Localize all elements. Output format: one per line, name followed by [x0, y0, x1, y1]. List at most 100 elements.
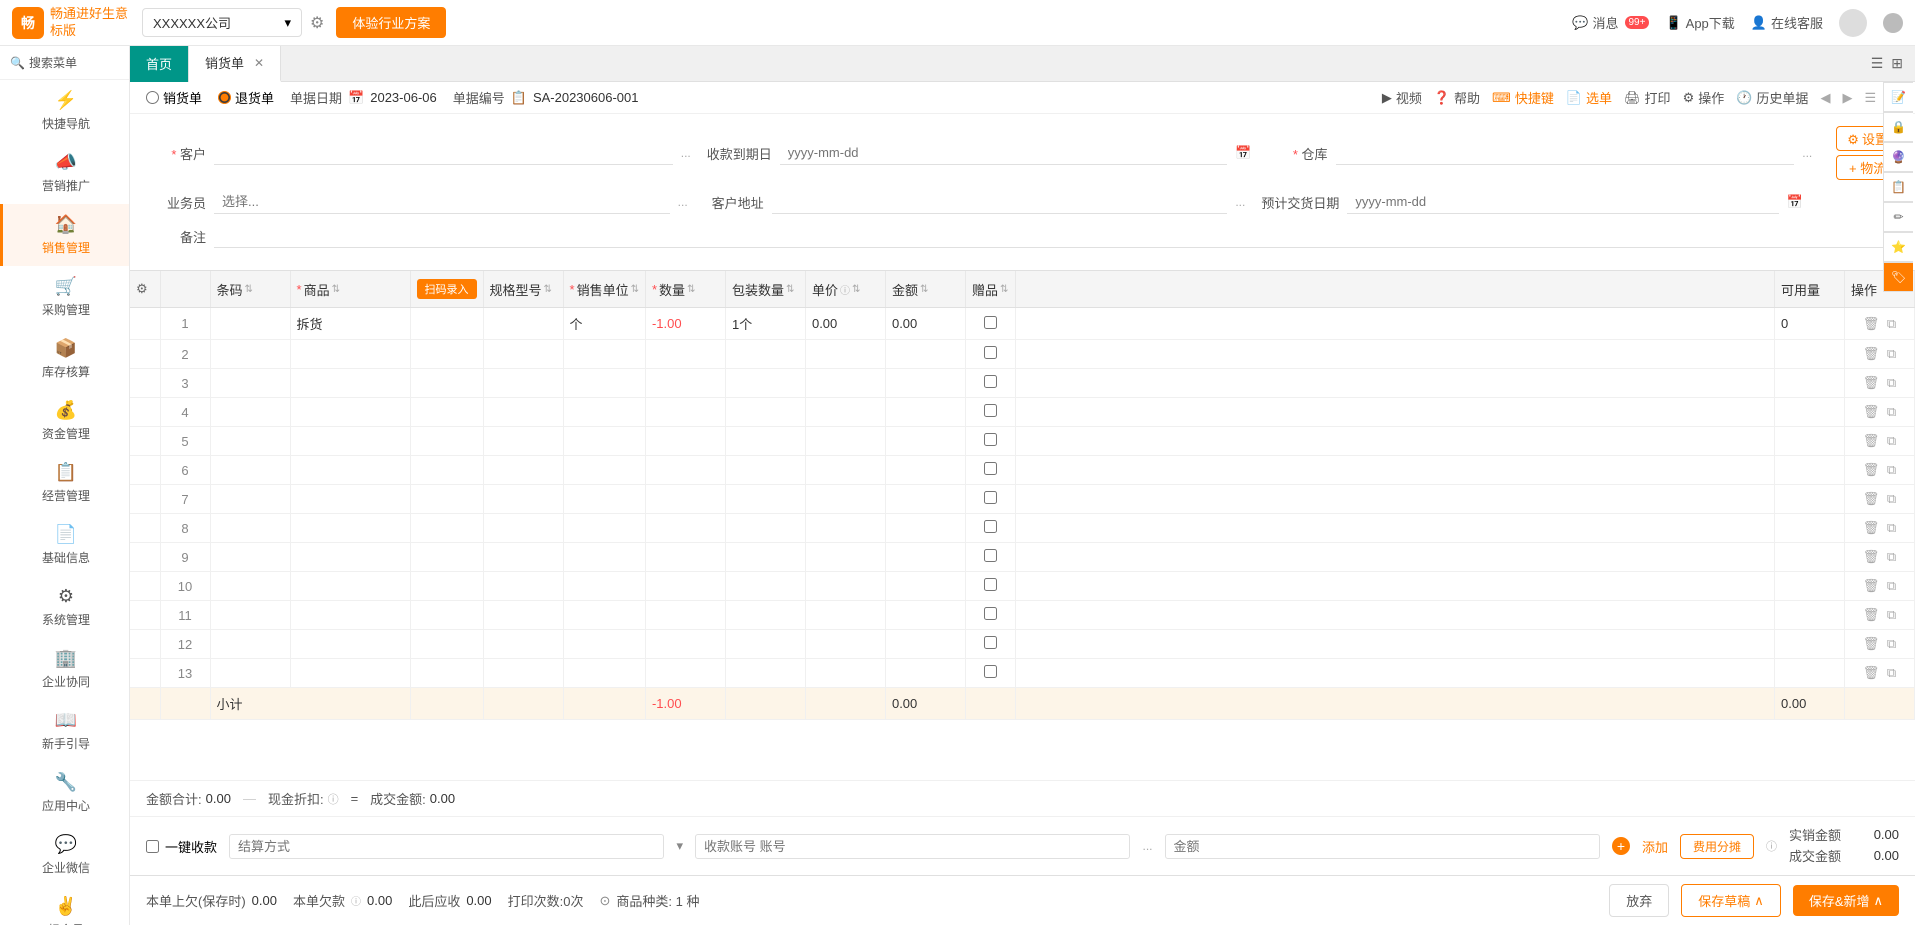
- row-unit[interactable]: [563, 427, 645, 456]
- row-gift[interactable]: [965, 398, 1015, 427]
- prev-icon[interactable]: ◀: [1820, 90, 1830, 106]
- settings-icon[interactable]: ⚙: [310, 13, 324, 33]
- salesman-input[interactable]: [214, 190, 670, 214]
- row-unit[interactable]: [563, 514, 645, 543]
- row-barcode[interactable]: [210, 514, 290, 543]
- row-gift[interactable]: [965, 630, 1015, 659]
- sidebar-search[interactable]: 🔍 搜索菜单: [0, 46, 129, 80]
- row-barcode[interactable]: [210, 456, 290, 485]
- row-spec[interactable]: [483, 398, 563, 427]
- row-product[interactable]: [290, 514, 410, 543]
- row-amount[interactable]: [885, 572, 965, 601]
- row-amount[interactable]: [885, 630, 965, 659]
- gift-checkbox[interactable]: [984, 433, 997, 446]
- gift-checkbox[interactable]: [984, 346, 997, 359]
- rsb-star[interactable]: ⭐: [1883, 232, 1913, 262]
- sidebar-item-member[interactable]: ✌ 畅会员: [0, 886, 129, 925]
- rsb-magic[interactable]: 🔮: [1883, 142, 1913, 172]
- row-barcode[interactable]: [210, 427, 290, 456]
- row-unit[interactable]: 个: [563, 308, 645, 340]
- view-list-icon[interactable]: ☰: [1864, 90, 1876, 106]
- amount-input[interactable]: [1165, 834, 1600, 859]
- row-product[interactable]: [290, 485, 410, 514]
- row-spec[interactable]: [483, 485, 563, 514]
- rsb-edit[interactable]: ✏: [1883, 202, 1913, 232]
- delete-icon[interactable]: 🗑: [1863, 404, 1880, 419]
- row-price[interactable]: [805, 630, 885, 659]
- row-qty[interactable]: [645, 543, 725, 572]
- row-amount[interactable]: 0.00: [885, 308, 965, 340]
- row-amount[interactable]: [885, 601, 965, 630]
- row-product[interactable]: [290, 601, 410, 630]
- row-pkg-qty[interactable]: [725, 398, 805, 427]
- row-amount[interactable]: [885, 514, 965, 543]
- row-product[interactable]: [290, 340, 410, 369]
- delete-icon[interactable]: 🗑: [1863, 433, 1880, 448]
- gift-checkbox[interactable]: [984, 549, 997, 562]
- gift-checkbox[interactable]: [984, 375, 997, 388]
- sidebar-item-system[interactable]: ⚙ 系统管理: [0, 576, 129, 638]
- row-price[interactable]: [805, 427, 885, 456]
- row-amount[interactable]: [885, 398, 965, 427]
- row-qty[interactable]: [645, 630, 725, 659]
- row-barcode[interactable]: [210, 308, 290, 340]
- delete-icon[interactable]: 🗑: [1863, 578, 1880, 593]
- row-price[interactable]: [805, 369, 885, 398]
- row-unit[interactable]: [563, 659, 645, 688]
- sidebar-item-marketing[interactable]: 📣 营销推广: [0, 142, 129, 204]
- delete-icon[interactable]: 🗑: [1863, 607, 1880, 622]
- delete-icon[interactable]: 🗑: [1863, 346, 1880, 361]
- row-price[interactable]: [805, 456, 885, 485]
- row-unit[interactable]: [563, 630, 645, 659]
- row-barcode[interactable]: [210, 630, 290, 659]
- row-price[interactable]: [805, 659, 885, 688]
- gift-checkbox[interactable]: [984, 665, 997, 678]
- row-amount[interactable]: [885, 456, 965, 485]
- row-unit[interactable]: [563, 572, 645, 601]
- gift-checkbox[interactable]: [984, 491, 997, 504]
- print-btn[interactable]: 🖨 打印: [1624, 88, 1671, 107]
- scan-btn[interactable]: 扫码录入: [417, 279, 477, 299]
- row-price[interactable]: [805, 572, 885, 601]
- row-barcode[interactable]: [210, 572, 290, 601]
- delete-icon[interactable]: 🗑: [1863, 491, 1880, 506]
- row-pkg-qty[interactable]: [725, 456, 805, 485]
- receive-date-calendar-icon[interactable]: 📅: [1235, 145, 1251, 161]
- gear-icon[interactable]: ⚙: [136, 281, 148, 296]
- row-barcode[interactable]: [210, 369, 290, 398]
- row-barcode[interactable]: [210, 659, 290, 688]
- row-spec[interactable]: [483, 514, 563, 543]
- sidebar-item-purchase[interactable]: 🛒 采购管理: [0, 266, 129, 328]
- avatar[interactable]: [1839, 9, 1867, 37]
- account-input[interactable]: [695, 834, 1130, 859]
- row-qty[interactable]: [645, 659, 725, 688]
- row-qty[interactable]: [645, 456, 725, 485]
- row-product[interactable]: [290, 543, 410, 572]
- rsb-clip[interactable]: 📋: [1883, 172, 1913, 202]
- row-price[interactable]: [805, 398, 885, 427]
- row-pkg-qty[interactable]: [725, 572, 805, 601]
- shortcut-btn[interactable]: ⌨ 快捷键: [1492, 88, 1554, 107]
- video-btn[interactable]: ▶ 视频: [1382, 88, 1422, 107]
- settlement-method-input[interactable]: [229, 834, 664, 859]
- rsb-tag[interactable]: 🏷: [1883, 262, 1913, 292]
- row-unit[interactable]: [563, 485, 645, 514]
- row-gift[interactable]: [965, 340, 1015, 369]
- delete-icon[interactable]: 🗑: [1863, 636, 1880, 651]
- row-qty[interactable]: -1.00: [645, 308, 725, 340]
- expected-date-calendar-icon[interactable]: 📅: [1787, 194, 1803, 210]
- sidebar-item-guide[interactable]: 📖 新手引导: [0, 700, 129, 762]
- row-qty[interactable]: [645, 485, 725, 514]
- row-gift[interactable]: [965, 572, 1015, 601]
- row-unit[interactable]: [563, 340, 645, 369]
- delete-icon[interactable]: 🗑: [1863, 520, 1880, 535]
- tab-home[interactable]: 首页: [130, 46, 189, 82]
- next-icon[interactable]: ▶: [1842, 90, 1852, 106]
- help-btn[interactable]: ❓ 帮助: [1434, 88, 1480, 107]
- th-gear[interactable]: ⚙: [130, 271, 160, 308]
- save-draft-btn[interactable]: 保存草稿 ∧: [1681, 884, 1781, 917]
- order-value[interactable]: SA-20230606-001: [533, 90, 639, 105]
- row-pkg-qty[interactable]: [725, 485, 805, 514]
- row-pkg-qty[interactable]: [725, 543, 805, 572]
- row-product[interactable]: [290, 456, 410, 485]
